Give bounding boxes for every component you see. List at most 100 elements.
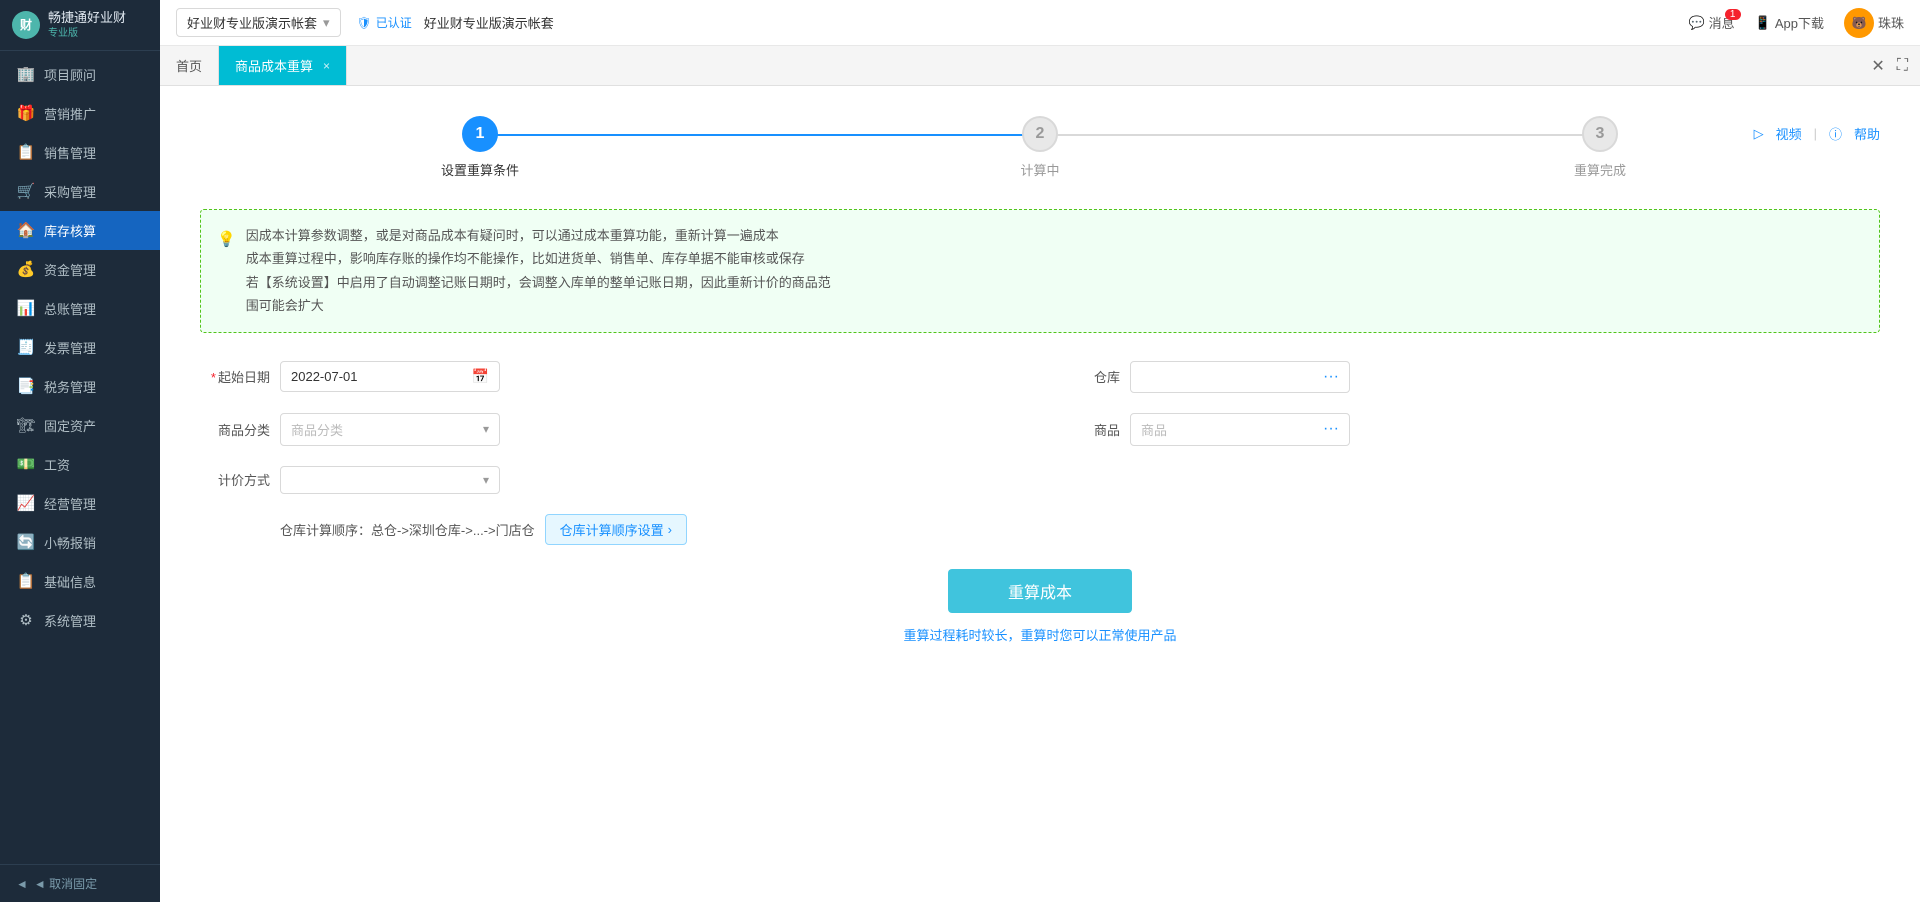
project-icon: 🏢: [16, 65, 36, 83]
finance-icon: 💰: [16, 260, 36, 278]
sidebar-item-operation[interactable]: 📈经营管理: [0, 484, 160, 523]
form-row-3: 计价方式 ▾: [200, 466, 1880, 494]
marketing-icon: 🎁: [16, 104, 36, 122]
tab-cost-recalc-label: 商品成本重算: [235, 56, 313, 75]
product-more-icon[interactable]: ···: [1323, 420, 1339, 438]
warehouse-input[interactable]: ···: [1130, 361, 1350, 393]
product-input[interactable]: 商品 ···: [1130, 413, 1350, 446]
warehouse-order-row: 仓库计算顺序：总仓->深圳仓库->...->门店仓 仓库计算顺序设置 ›: [200, 514, 1880, 545]
step-3-label: 重算完成: [1574, 160, 1626, 179]
recalculate-btn-label: 重算成本: [1008, 585, 1072, 602]
help-btn[interactable]: 帮助: [1854, 124, 1880, 143]
expand-icon[interactable]: ⛶: [1897, 57, 1908, 75]
sidebar-footer[interactable]: ◄ ◄ 取消固定: [0, 864, 160, 902]
step-1-circle: 1: [462, 116, 498, 152]
sidebar-item-accounting[interactable]: 📊总账管理: [0, 289, 160, 328]
main-area: 好业财专业版演示帐套 ▾ 🛡 已认证 好业财专业版演示帐套 💬 消息 1 📱 A…: [160, 0, 1920, 902]
operation-icon: 📈: [16, 494, 36, 512]
user-avatar-area[interactable]: 🐻 珠珠: [1844, 8, 1904, 38]
system-icon: ⚙: [16, 611, 36, 629]
tab-close-icon[interactable]: ×: [323, 59, 330, 73]
sidebar-item-label: 销售管理: [44, 143, 96, 162]
logo-text: 畅捷通好业财 专业版: [48, 10, 126, 40]
start-date-input[interactable]: 2022-07-01 📅: [280, 361, 500, 392]
inventory-icon: 🏠: [16, 221, 36, 239]
phone-icon: 📱: [1755, 15, 1771, 31]
info-line-3: 若【系统设置】中启用了自动调整记账日期时，会调整入库单的整单记账日期，因此重新计…: [246, 271, 831, 294]
category-label: 商品分类: [200, 420, 270, 439]
unpin-label: ◄ 取消固定: [34, 875, 97, 892]
sidebar-nav: 🏢 项目顾问 🎁 营销推广 📋销售管理 🛒 采购管理 🏠库存核算 💰 资金管理 📊总账管理🧾发票管理…: [0, 51, 160, 864]
invoice-icon: 🧾: [16, 338, 36, 356]
sidebar-item-inventory[interactable]: 🏠库存核算: [0, 211, 160, 250]
sidebar-item-assets[interactable]: 🏗固定资产: [0, 406, 160, 445]
form-row-1: *起始日期 2022-07-01 📅 仓库 ···: [200, 361, 1880, 393]
sidebar-item-salary[interactable]: 💵 工资: [0, 445, 160, 484]
sidebar-item-finance[interactable]: 💰 资金管理: [0, 250, 160, 289]
warehouse-label: 仓库: [1050, 367, 1120, 386]
avatar: 🐻: [1844, 8, 1874, 38]
info-line-4: 围可能会扩大: [246, 294, 831, 317]
sidebar-item-label: 税务管理: [44, 377, 96, 396]
step-1-num: 1: [476, 125, 485, 143]
sidebar-item-purchase[interactable]: 🛒 采购管理: [0, 172, 160, 211]
sidebar-item-marketing[interactable]: 🎁 营销推广: [0, 94, 160, 133]
sidebar-item-tax[interactable]: 📑 税务管理: [0, 367, 160, 406]
message-badge: 1: [1725, 9, 1741, 20]
action-area: 重算成本 重算过程耗时较长，重算时您可以正常使用产品: [200, 569, 1880, 644]
product-field: 商品 商品 ···: [1050, 413, 1880, 446]
product-label: 商品: [1050, 420, 1120, 439]
tab-cost-recalc[interactable]: 商品成本重算 ×: [219, 46, 347, 85]
sidebar-item-basic[interactable]: 📋基础信息: [0, 562, 160, 601]
pricing-label: 计价方式: [200, 470, 270, 489]
sidebar-item-label: 小畅报销: [44, 533, 96, 552]
recalculate-button[interactable]: 重算成本: [948, 569, 1132, 613]
account-select-text: 好业财专业版演示帐套: [187, 13, 317, 32]
app-download-button[interactable]: 📱 App下载: [1755, 13, 1824, 32]
sidebar-item-label: 采购管理: [44, 182, 96, 201]
logo-pro: 专业版: [48, 27, 126, 40]
info-line-2: 成本重算过程中，影响库存账的操作均不能操作，比如进货单、销售单、库存单据不能审核…: [246, 247, 831, 270]
sidebar-item-label: 营销推广: [44, 104, 96, 123]
sidebar: 财 畅捷通好业财 专业版 🏢项目顾问🎁营销推广📋销售管理🛒采购管理🏠库存核算💰资…: [0, 0, 160, 902]
warehouse-order-btn-label: 仓库计算顺序设置: [560, 520, 664, 539]
unpin-icon: ◄: [16, 877, 28, 891]
purchase-icon: 🛒: [16, 182, 36, 200]
calendar-icon[interactable]: 📅: [472, 368, 489, 385]
sidebar-item-invoice[interactable]: 🧾发票管理: [0, 328, 160, 367]
content-area: 1 设置重算条件 2 计算中 3 重算完成 ▷ 视频: [160, 86, 1920, 902]
avatar-icon: 🐻: [1852, 16, 1867, 30]
pricing-select[interactable]: ▾: [280, 466, 500, 494]
message-button[interactable]: 💬 消息 1: [1688, 13, 1734, 32]
step-1-line: [480, 134, 1040, 136]
sidebar-item-expense[interactable]: 🔄 小畅报销: [0, 523, 160, 562]
step-1-label: 设置重算条件: [441, 160, 519, 179]
category-placeholder: 商品分类: [291, 420, 475, 439]
chevron-down-icon: ▾: [483, 473, 489, 487]
tax-icon: 📑: [16, 377, 36, 395]
sidebar-item-label: 资金管理: [44, 260, 96, 279]
start-date-field: *起始日期 2022-07-01 📅: [200, 361, 1030, 392]
tab-home[interactable]: 首页: [160, 46, 219, 85]
step-2-circle: 2: [1022, 116, 1058, 152]
help-video-btn[interactable]: 视频: [1776, 124, 1802, 143]
sidebar-item-label: 工资: [44, 455, 70, 474]
product-value: 商品: [1141, 420, 1311, 439]
warehouse-more-icon[interactable]: ···: [1323, 368, 1339, 386]
start-date-label: *起始日期: [200, 367, 270, 386]
help-icon: ⓘ: [1829, 124, 1842, 143]
sidebar-item-system[interactable]: ⚙系统管理: [0, 601, 160, 640]
tabbar-right-actions: ✕ ⛶: [1859, 46, 1920, 85]
close-window-icon[interactable]: ✕: [1871, 56, 1884, 76]
user-name: 珠珠: [1878, 13, 1904, 32]
warehouse-order-settings-button[interactable]: 仓库计算顺序设置 ›: [545, 514, 687, 545]
required-star: *: [211, 370, 216, 385]
sidebar-item-sales[interactable]: 📋销售管理: [0, 133, 160, 172]
sidebar-item-label: 项目顾问: [44, 65, 96, 84]
category-select[interactable]: 商品分类 ▾: [280, 413, 500, 446]
salary-icon: 💵: [16, 455, 36, 473]
account-select[interactable]: 好业财专业版演示帐套 ▾: [176, 8, 341, 37]
sidebar-item-project[interactable]: 🏢 项目顾问: [0, 55, 160, 94]
info-text: 因成本计算参数调整，或是对商品成本有疑问时，可以通过成本重算功能，重新计算一遍成…: [246, 224, 831, 318]
expense-icon: 🔄: [16, 533, 36, 551]
